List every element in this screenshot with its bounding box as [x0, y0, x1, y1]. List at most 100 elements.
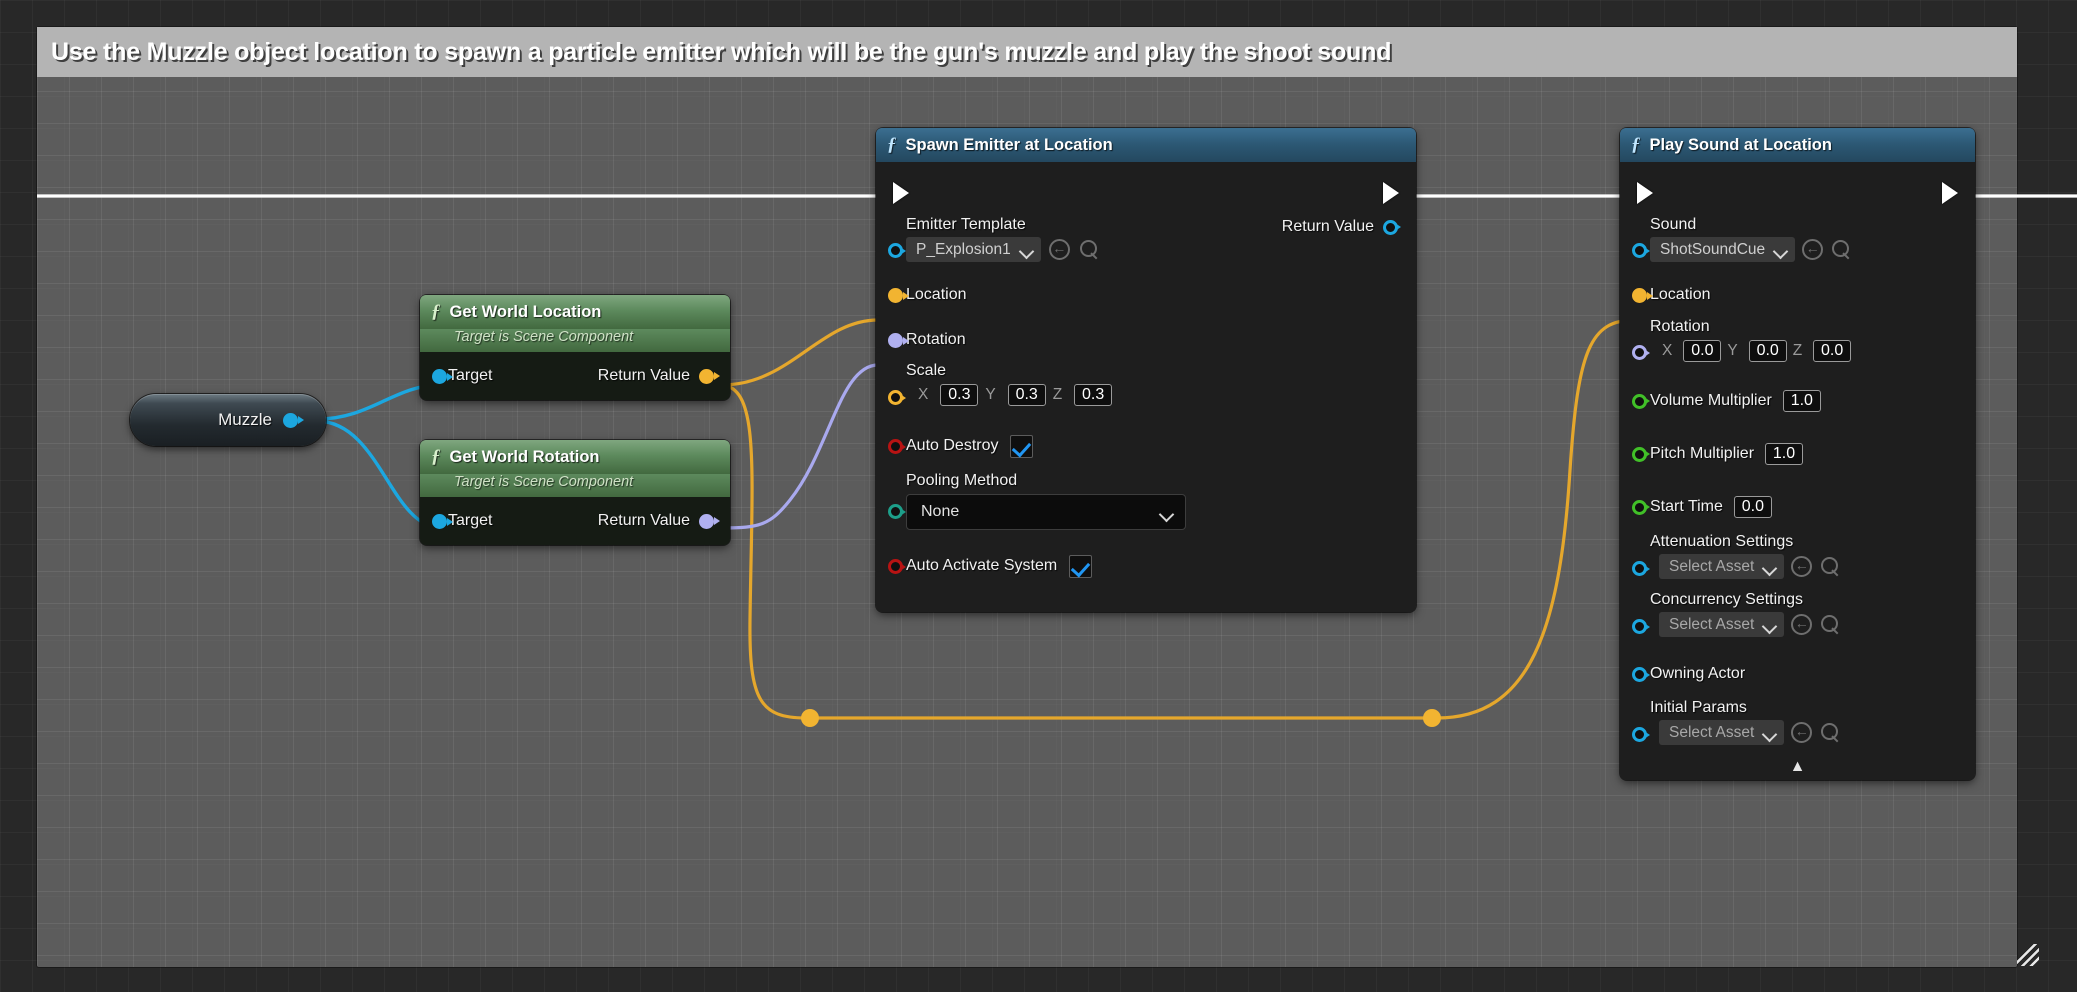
exec-in-pin[interactable]: [1637, 182, 1653, 204]
pitch-multiplier-input[interactable]: 1.0: [1765, 442, 1804, 465]
scale-x-axis-label: X: [918, 386, 929, 403]
rotation-z-axis-label: Z: [1792, 342, 1803, 359]
location-input-pin[interactable]: [888, 288, 903, 303]
rotation-input-pin[interactable]: [888, 333, 903, 348]
emitter-template-value: P_Explosion1: [916, 240, 1011, 258]
rotation-label: Rotation: [906, 331, 966, 348]
browse-to-asset-icon[interactable]: [1048, 239, 1070, 260]
play-sound-title: Play Sound at Location: [1649, 135, 1832, 154]
spawn-emitter-body: Emitter Template P_Explosion1 Return Val…: [876, 162, 1416, 612]
start-time-input[interactable]: 0.0: [1733, 495, 1772, 518]
collapse-chevron-up-icon[interactable]: ▲: [1620, 757, 1975, 780]
muzzle-label: Muzzle: [218, 410, 272, 429]
attenuation-settings-input-pin[interactable]: [1632, 561, 1647, 576]
rotation-x-input[interactable]: 0.0: [1683, 340, 1722, 362]
spawn-emitter-at-location-node[interactable]: ƒ Spawn Emitter at Location Emitter Temp…: [876, 128, 1416, 612]
function-f-icon: ƒ: [431, 301, 441, 322]
search-icon[interactable]: [1819, 614, 1840, 635]
concurrency-settings-value: Select Asset: [1669, 615, 1755, 633]
scale-input-pin[interactable]: [888, 390, 903, 405]
chevron-down-icon: [1764, 563, 1775, 570]
pitch-multiplier-input-pin[interactable]: [1632, 446, 1647, 462]
return-value-label: Return Value: [597, 512, 690, 529]
exec-out-pin[interactable]: [1383, 182, 1399, 204]
get-world-rotation-body: Target Return Value: [420, 497, 730, 545]
play-sound-body: Sound ShotSoundCue Location: [1620, 162, 1975, 780]
sound-label: Sound: [1650, 216, 1697, 233]
target-input-pin[interactable]: [432, 369, 447, 384]
search-icon[interactable]: [1819, 556, 1840, 577]
rotation-y-axis-label: Y: [1727, 342, 1738, 359]
get-world-location-node[interactable]: ƒ Get World Location Target is Scene Com…: [420, 295, 730, 400]
pooling-method-value: None: [921, 503, 960, 520]
location-input-pin[interactable]: [1632, 288, 1647, 303]
volume-multiplier-input-pin[interactable]: [1632, 393, 1647, 409]
auto-destroy-label: Auto Destroy: [906, 437, 999, 454]
start-time-input-pin[interactable]: [1632, 499, 1647, 515]
browse-to-asset-icon[interactable]: [1791, 722, 1813, 743]
owning-actor-input-pin[interactable]: [1632, 667, 1647, 682]
get-world-rotation-title: Get World Rotation: [449, 447, 600, 466]
auto-activate-system-input-pin[interactable]: [888, 559, 903, 574]
scale-z-input[interactable]: 0.3: [1074, 384, 1113, 406]
pooling-method-dropdown[interactable]: None: [906, 494, 1186, 530]
chevron-down-icon: [1764, 621, 1775, 628]
rotation-z-input[interactable]: 0.0: [1813, 340, 1852, 362]
attenuation-settings-label: Attenuation Settings: [1650, 533, 1794, 550]
function-f-icon: ƒ: [431, 446, 441, 467]
target-input-pin[interactable]: [432, 514, 447, 529]
comment-resize-grip[interactable]: [2017, 944, 2039, 966]
emitter-template-input-pin[interactable]: [888, 243, 903, 258]
exec-out-pin[interactable]: [1942, 182, 1958, 204]
return-value-output-pin[interactable]: [699, 513, 714, 529]
chevron-down-icon: [1775, 246, 1786, 253]
volume-multiplier-input[interactable]: 1.0: [1782, 389, 1821, 412]
get-world-rotation-node[interactable]: ƒ Get World Rotation Target is Scene Com…: [420, 440, 730, 545]
scale-z-axis-label: Z: [1052, 386, 1063, 403]
initial-params-input-pin[interactable]: [1632, 727, 1647, 742]
browse-to-asset-icon[interactable]: [1791, 614, 1813, 635]
search-icon[interactable]: [1830, 239, 1851, 260]
rotation-input-pin[interactable]: [1632, 345, 1647, 360]
blueprint-graph-canvas[interactable]: Use the Muzzle object location to spawn …: [0, 0, 2077, 992]
play-sound-header: ƒ Play Sound at Location: [1620, 128, 1975, 162]
owning-actor-label: Owning Actor: [1650, 665, 1746, 682]
sound-input-pin[interactable]: [1632, 243, 1647, 258]
volume-multiplier-label: Volume Multiplier: [1650, 391, 1772, 409]
concurrency-settings-input-pin[interactable]: [1632, 619, 1647, 634]
scale-x-input[interactable]: 0.3: [940, 384, 979, 406]
return-value-output-pin[interactable]: [699, 368, 714, 384]
search-icon[interactable]: [1078, 239, 1099, 260]
rotation-y-input[interactable]: 0.0: [1748, 340, 1787, 362]
initial-params-value: Select Asset: [1669, 723, 1755, 741]
chevron-down-icon: [1021, 246, 1032, 253]
play-sound-at-location-node[interactable]: ƒ Play Sound at Location Sound ShotSound…: [1620, 128, 1975, 780]
auto-destroy-input-pin[interactable]: [888, 439, 903, 454]
auto-destroy-checkbox[interactable]: [1010, 434, 1034, 458]
pooling-method-label: Pooling Method: [906, 472, 1018, 489]
search-icon[interactable]: [1819, 722, 1840, 743]
browse-to-asset-icon[interactable]: [1802, 239, 1824, 260]
muzzle-variable-node[interactable]: Muzzle: [130, 394, 326, 446]
pooling-method-input-pin[interactable]: [888, 504, 903, 519]
scale-y-axis-label: Y: [985, 386, 996, 403]
spawn-emitter-return-value-pin[interactable]: [1383, 219, 1398, 235]
initial-params-label: Initial Params: [1650, 699, 1747, 716]
sound-asset-picker[interactable]: ShotSoundCue: [1650, 237, 1796, 262]
get-world-location-subtitle: Target is Scene Component: [420, 329, 730, 352]
emitter-template-label: Emitter Template: [906, 216, 1026, 233]
get-world-rotation-subtitle: Target is Scene Component: [420, 474, 730, 497]
emitter-template-asset-picker[interactable]: P_Explosion1: [906, 237, 1041, 262]
scale-y-input[interactable]: 0.3: [1007, 384, 1046, 406]
muzzle-output-pin[interactable]: [283, 412, 298, 428]
initial-params-asset-picker[interactable]: Select Asset: [1659, 720, 1785, 745]
browse-to-asset-icon[interactable]: [1791, 556, 1813, 577]
get-world-location-body: Target Return Value: [420, 352, 730, 400]
exec-in-pin[interactable]: [893, 182, 909, 204]
concurrency-settings-asset-picker[interactable]: Select Asset: [1659, 612, 1785, 637]
auto-activate-system-label: Auto Activate System: [906, 557, 1058, 574]
auto-activate-system-checkbox[interactable]: [1069, 554, 1093, 578]
attenuation-settings-asset-picker[interactable]: Select Asset: [1659, 554, 1785, 579]
sound-value: ShotSoundCue: [1660, 240, 1766, 258]
comment-node-titlebar[interactable]: Use the Muzzle object location to spawn …: [37, 27, 2017, 77]
